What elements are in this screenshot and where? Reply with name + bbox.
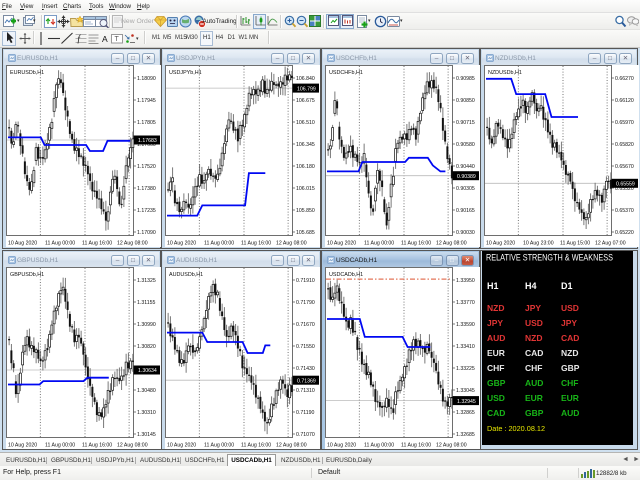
svg-text:USDCADb,H1: USDCADb,H1 — [329, 272, 363, 278]
svg-text:1.32865: 1.32865 — [456, 410, 475, 416]
svg-text:11 Aug 00:00: 11 Aug 00:00 — [204, 241, 234, 247]
svg-text:11 Aug 16:00: 11 Aug 16:00 — [241, 241, 271, 247]
svg-text:1.33950: 1.33950 — [456, 278, 475, 284]
svg-text:1.17945: 1.17945 — [137, 98, 156, 104]
svg-text:AUDUSDb,H1: AUDUSDb,H1 — [169, 272, 203, 278]
svg-text:12 Aug 07:00: 12 Aug 07:00 — [595, 241, 626, 247]
svg-text:0.65670: 0.65670 — [615, 164, 634, 170]
svg-text:106.799: 106.799 — [297, 86, 316, 92]
svg-text:0.90389: 0.90389 — [457, 174, 476, 180]
svg-text:1.17520: 1.17520 — [137, 164, 156, 170]
svg-text:11 Aug 16:00: 11 Aug 16:00 — [82, 443, 112, 449]
svg-text:1.18090: 1.18090 — [137, 76, 156, 82]
svg-text:1.30990: 1.30990 — [137, 322, 156, 328]
svg-text:12 Aug 08:00: 12 Aug 08:00 — [276, 443, 307, 449]
svg-text:0.71190: 0.71190 — [296, 410, 314, 416]
svg-text:10 Aug 23:00: 10 Aug 23:00 — [523, 241, 554, 247]
svg-text:1.17683: 1.17683 — [138, 138, 157, 144]
svg-text:11 Aug 16:00: 11 Aug 16:00 — [82, 241, 112, 247]
svg-text:10 Aug 2020: 10 Aug 2020 — [327, 241, 356, 247]
svg-text:1.33045: 1.33045 — [456, 388, 475, 394]
svg-text:0.90440: 0.90440 — [456, 164, 475, 170]
svg-text:106.015: 106.015 — [296, 186, 315, 192]
svg-text:106.840: 106.840 — [296, 76, 315, 82]
svg-text:11 Aug 00:00: 11 Aug 00:00 — [364, 241, 394, 247]
svg-text:10 Aug 2020: 10 Aug 2020 — [167, 241, 196, 247]
svg-text:0.90580: 0.90580 — [456, 142, 475, 148]
svg-text:0.65220: 0.65220 — [615, 230, 634, 236]
svg-text:1.31155: 1.31155 — [137, 300, 155, 306]
svg-text:10 Aug 2020: 10 Aug 2020 — [167, 443, 196, 449]
svg-text:12 Aug 08:00: 12 Aug 08:00 — [117, 241, 148, 247]
svg-text:USDJPYb,H1: USDJPYb,H1 — [169, 70, 202, 76]
svg-text:12 Aug 08:00: 12 Aug 08:00 — [436, 241, 467, 247]
svg-text:12 Aug 08:00: 12 Aug 08:00 — [276, 241, 307, 247]
svg-text:EURUSDb,H1: EURUSDb,H1 — [10, 70, 44, 76]
svg-text:1.33770: 1.33770 — [456, 300, 475, 306]
svg-text:11 Aug 00:00: 11 Aug 00:00 — [364, 443, 394, 449]
svg-text:1.33590: 1.33590 — [456, 322, 475, 328]
svg-text:NZDUSDb,H1: NZDUSDb,H1 — [488, 70, 522, 76]
svg-text:11 Aug 16:00: 11 Aug 16:00 — [401, 443, 431, 449]
svg-text:1.17090: 1.17090 — [137, 230, 156, 236]
svg-text:106.180: 106.180 — [296, 164, 315, 170]
svg-text:106.345: 106.345 — [296, 142, 315, 148]
svg-text:11 Aug 16:00: 11 Aug 16:00 — [241, 443, 271, 449]
svg-text:0.71910: 0.71910 — [296, 278, 315, 284]
svg-text:1.32945: 1.32945 — [457, 399, 476, 405]
svg-text:10 Aug 2020: 10 Aug 2020 — [486, 241, 515, 247]
svg-text:0.71310: 0.71310 — [296, 388, 315, 394]
svg-text:0.90030: 0.90030 — [456, 230, 475, 236]
svg-text:1.30145: 1.30145 — [137, 432, 156, 438]
svg-text:11 Aug 00:00: 11 Aug 00:00 — [45, 443, 75, 449]
svg-text:USDCHFb,H1: USDCHFb,H1 — [329, 70, 363, 76]
svg-text:0.90305: 0.90305 — [456, 186, 475, 192]
svg-text:T: T — [115, 36, 120, 43]
svg-text:RELATIVE STRENGTH & WEAKNESS: RELATIVE STRENGTH & WEAKNESS — [486, 253, 613, 263]
svg-text:10 Aug 2020: 10 Aug 2020 — [327, 443, 356, 449]
svg-text:11 Aug 16:00: 11 Aug 16:00 — [401, 241, 431, 247]
svg-text:0.90165: 0.90165 — [456, 208, 475, 214]
svg-text:GBPUSDb,H1: GBPUSDb,H1 — [10, 272, 44, 278]
svg-text:0.65370: 0.65370 — [615, 208, 634, 214]
svg-text:10 Aug 2020: 10 Aug 2020 — [8, 241, 37, 247]
svg-text:0.66270: 0.66270 — [615, 76, 634, 82]
svg-text:1.17235: 1.17235 — [137, 208, 156, 214]
svg-text:0.90715: 0.90715 — [456, 120, 475, 126]
svg-text:0.65559: 0.65559 — [616, 182, 635, 188]
svg-text:1.30480: 1.30480 — [137, 388, 156, 394]
svg-text:105.685: 105.685 — [296, 230, 315, 236]
svg-text:0.90850: 0.90850 — [456, 98, 475, 104]
svg-text:0.71670: 0.71670 — [296, 322, 315, 328]
svg-text:0.71070: 0.71070 — [296, 432, 315, 438]
svg-text:1.30634: 1.30634 — [138, 368, 157, 374]
svg-text:1.30820: 1.30820 — [137, 344, 156, 350]
svg-text:0.66120: 0.66120 — [615, 98, 634, 104]
svg-text:1.17805: 1.17805 — [137, 120, 156, 126]
svg-text:12 Aug 08:00: 12 Aug 08:00 — [117, 443, 148, 449]
svg-text:105.850: 105.850 — [296, 208, 315, 214]
svg-text:1.32685: 1.32685 — [456, 432, 475, 438]
svg-text:10 Aug 2020: 10 Aug 2020 — [8, 443, 37, 449]
svg-text:106.675: 106.675 — [296, 98, 315, 104]
svg-text:1.30310: 1.30310 — [137, 410, 156, 416]
svg-text:0.65970: 0.65970 — [615, 120, 634, 126]
svg-text:0.71430: 0.71430 — [296, 366, 315, 372]
svg-text:1.33410: 1.33410 — [456, 344, 475, 350]
svg-text:11 Aug 00:00: 11 Aug 00:00 — [45, 241, 75, 247]
svg-text:0.65820: 0.65820 — [615, 142, 634, 148]
svg-text:12 Aug 08:00: 12 Aug 08:00 — [436, 443, 467, 449]
svg-text:11 Aug 15:00: 11 Aug 15:00 — [560, 241, 590, 247]
svg-text:11 Aug 00:00: 11 Aug 00:00 — [204, 443, 234, 449]
svg-text:0.71790: 0.71790 — [296, 300, 315, 306]
svg-text:1.33225: 1.33225 — [456, 366, 475, 372]
svg-text:1.17380: 1.17380 — [137, 186, 156, 192]
svg-text:0.71369: 0.71369 — [297, 378, 316, 384]
svg-text:0.90985: 0.90985 — [456, 76, 475, 82]
svg-text:1.31325: 1.31325 — [137, 278, 156, 284]
svg-text:106.510: 106.510 — [296, 120, 315, 126]
svg-text:0.71550: 0.71550 — [296, 344, 315, 350]
